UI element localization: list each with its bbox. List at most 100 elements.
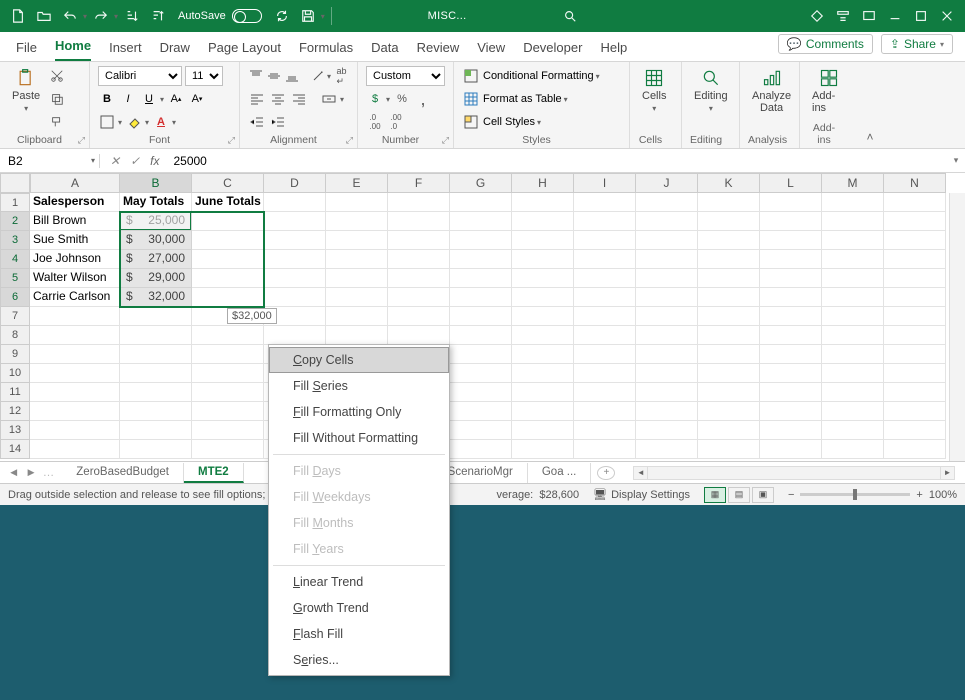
ribbon-mode-icon[interactable]: [831, 4, 855, 28]
menu-item[interactable]: Flash Fill: [269, 621, 449, 647]
row-header[interactable]: 8: [0, 326, 30, 345]
tab-developer[interactable]: Developer: [523, 40, 582, 61]
cell[interactable]: [450, 288, 512, 307]
cell[interactable]: [192, 345, 264, 364]
cell[interactable]: [884, 402, 946, 421]
row-header[interactable]: 4: [0, 250, 30, 269]
cell[interactable]: [822, 345, 884, 364]
cell[interactable]: [388, 307, 450, 326]
cell[interactable]: [884, 383, 946, 402]
align-middle-icon[interactable]: [266, 67, 281, 85]
cell[interactable]: [192, 250, 264, 269]
enter-formula-icon[interactable]: ✓: [130, 154, 140, 168]
toggle-off-icon[interactable]: [232, 9, 262, 23]
align-bottom-icon[interactable]: [284, 67, 299, 85]
row-header[interactable]: 12: [0, 402, 30, 421]
cell[interactable]: $29,000: [120, 269, 192, 288]
cell[interactable]: [760, 212, 822, 231]
cell[interactable]: [388, 212, 450, 231]
vertical-scrollbar[interactable]: [949, 193, 965, 461]
cell[interactable]: [636, 326, 698, 345]
cell[interactable]: [698, 326, 760, 345]
minimize-icon[interactable]: [883, 4, 907, 28]
row-header[interactable]: 3: [0, 231, 30, 250]
cell[interactable]: $30,000: [120, 231, 192, 250]
cell[interactable]: [192, 402, 264, 421]
decrease-indent-icon[interactable]: [248, 113, 266, 131]
cell[interactable]: [30, 440, 120, 459]
cell[interactable]: [574, 440, 636, 459]
cell[interactable]: [512, 440, 574, 459]
cell[interactable]: [760, 440, 822, 459]
cell[interactable]: [884, 326, 946, 345]
cell[interactable]: [450, 250, 512, 269]
cell[interactable]: [264, 231, 326, 250]
comments-button[interactable]: 💬Comments: [778, 34, 873, 54]
cell[interactable]: [450, 364, 512, 383]
cell[interactable]: [760, 383, 822, 402]
cell[interactable]: [512, 326, 574, 345]
cell[interactable]: [760, 402, 822, 421]
cell[interactable]: [192, 421, 264, 440]
cell[interactable]: [636, 440, 698, 459]
cell[interactable]: [326, 326, 388, 345]
column-header[interactable]: D: [264, 173, 326, 193]
comma-format-icon[interactable]: ,: [414, 90, 432, 108]
cell[interactable]: [450, 193, 512, 212]
cell[interactable]: [574, 421, 636, 440]
cell[interactable]: [192, 212, 264, 231]
number-format-select[interactable]: Custom: [366, 66, 445, 86]
row-header[interactable]: 11: [0, 383, 30, 402]
cell[interactable]: June Totals: [192, 193, 264, 212]
cell[interactable]: [698, 440, 760, 459]
cut-icon[interactable]: [48, 67, 66, 85]
column-header[interactable]: B: [120, 173, 192, 193]
zoom-slider[interactable]: [800, 493, 910, 496]
cell[interactable]: [326, 212, 388, 231]
save-icon[interactable]: [296, 4, 320, 28]
cell[interactable]: Sue Smith: [30, 231, 120, 250]
cell[interactable]: Carrie Carlson: [30, 288, 120, 307]
cell[interactable]: [884, 193, 946, 212]
tab-help[interactable]: Help: [600, 40, 627, 61]
cell[interactable]: [698, 421, 760, 440]
cell[interactable]: [450, 212, 512, 231]
chevron-down-icon[interactable]: ▾: [91, 156, 95, 165]
cell[interactable]: [512, 402, 574, 421]
search-icon[interactable]: [558, 4, 582, 28]
cell[interactable]: Salesperson: [30, 193, 120, 212]
cell[interactable]: May Totals: [120, 193, 192, 212]
row-header[interactable]: 9: [0, 345, 30, 364]
column-header[interactable]: N: [884, 173, 946, 193]
increase-font-icon[interactable]: A▴: [167, 90, 185, 108]
cell[interactable]: [450, 402, 512, 421]
cell[interactable]: [760, 326, 822, 345]
cell[interactable]: [388, 193, 450, 212]
cell[interactable]: [822, 383, 884, 402]
cell[interactable]: Joe Johnson: [30, 250, 120, 269]
copy-icon[interactable]: [48, 90, 66, 108]
cell[interactable]: [512, 307, 574, 326]
fill-color-icon[interactable]: [125, 113, 143, 131]
format-painter-icon[interactable]: [48, 113, 66, 131]
cell[interactable]: $27,000: [120, 250, 192, 269]
menu-item[interactable]: Growth Trend: [269, 595, 449, 621]
increase-indent-icon[interactable]: [269, 113, 287, 131]
menu-item[interactable]: Fill Without Formatting: [269, 425, 449, 451]
orientation-icon[interactable]: [310, 67, 325, 85]
cell[interactable]: [822, 364, 884, 383]
cells-button[interactable]: Cells▾: [638, 66, 670, 115]
align-right-icon[interactable]: [290, 90, 308, 108]
undo-dropdown-icon[interactable]: ▾: [83, 12, 87, 21]
cell[interactable]: [326, 269, 388, 288]
sort-asc-icon[interactable]: [120, 4, 144, 28]
cell[interactable]: [120, 421, 192, 440]
row-header[interactable]: 2: [0, 212, 30, 231]
cell[interactable]: [822, 288, 884, 307]
new-file-icon[interactable]: [6, 4, 30, 28]
cell[interactable]: [264, 269, 326, 288]
column-header[interactable]: K: [698, 173, 760, 193]
menu-item[interactable]: Fill Formatting Only: [269, 399, 449, 425]
cell[interactable]: [512, 250, 574, 269]
cell[interactable]: [698, 288, 760, 307]
